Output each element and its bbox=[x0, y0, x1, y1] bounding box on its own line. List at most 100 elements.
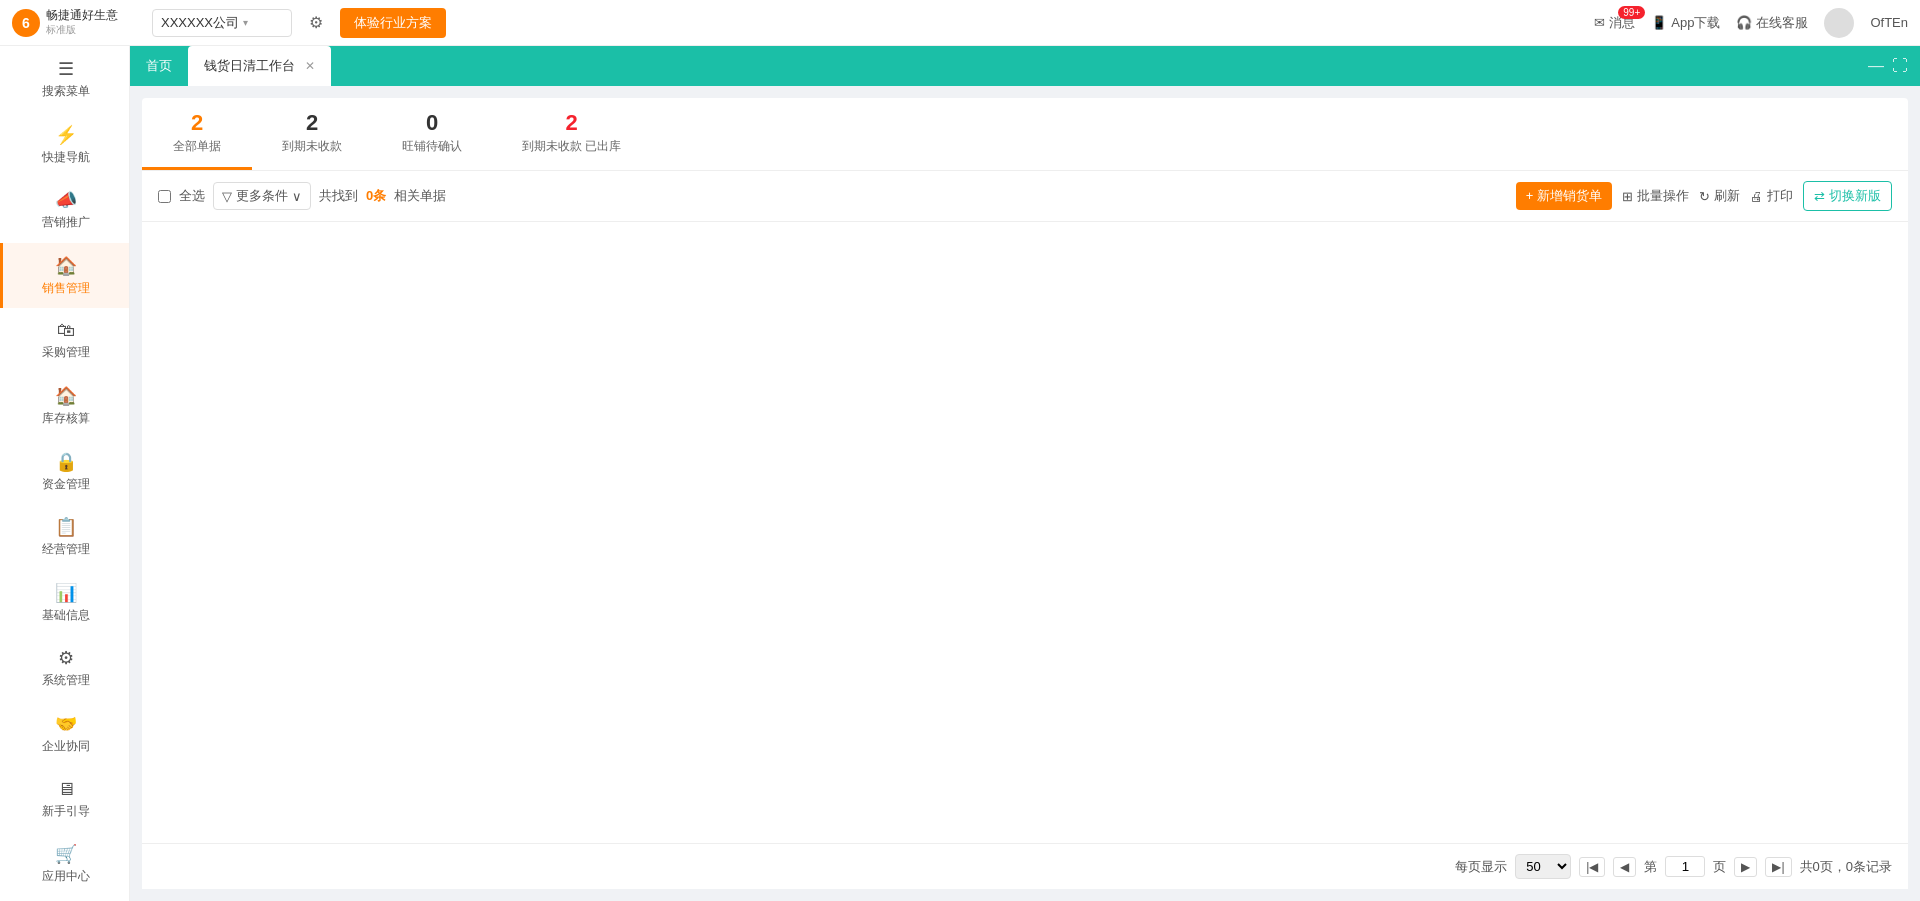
sidebar-item-quick-nav[interactable]: ⚡ 快捷导航 bbox=[0, 112, 129, 178]
per-page-select[interactable]: 50 10 20 100 bbox=[1515, 854, 1571, 879]
select-all-checkbox[interactable] bbox=[158, 190, 171, 203]
stat-num-all: 2 bbox=[191, 110, 203, 136]
avatar[interactable] bbox=[1824, 8, 1854, 38]
first-page-button[interactable]: |◀ bbox=[1579, 857, 1605, 877]
tab-home[interactable]: 首页 bbox=[130, 46, 188, 86]
refresh-button[interactable]: ↻ 刷新 bbox=[1699, 187, 1740, 205]
stats-tabs: 2 全部单据 2 到期未收款 0 旺铺待确认 2 到期未收款 已出库 bbox=[142, 98, 1908, 171]
stat-tab-all[interactable]: 2 全部单据 bbox=[142, 98, 252, 170]
apps-icon: 🛒 bbox=[55, 843, 77, 865]
sidebar-item-apps[interactable]: 🛒 应用中心 bbox=[0, 831, 129, 897]
sidebar-label-basic-info: 基础信息 bbox=[42, 608, 90, 624]
minimize-icon[interactable]: — bbox=[1868, 57, 1884, 75]
service-icon: 🎧 bbox=[1736, 15, 1752, 30]
sidebar-label-inventory: 库存核算 bbox=[42, 411, 90, 427]
stat-tab-overdue[interactable]: 2 到期未收款 bbox=[252, 98, 372, 170]
select-all-label: 全选 bbox=[179, 187, 205, 205]
page-number-input[interactable] bbox=[1665, 856, 1705, 877]
sidebar-label-search: 搜索菜单 bbox=[42, 84, 90, 100]
content-area: 首页 钱货日清工作台 ✕ — ⛶ 2 全部单据 2 到期 bbox=[130, 46, 1920, 901]
toolbar-left: 全选 ▽ 更多条件 ∨ 共找到 0条 相关单据 bbox=[158, 182, 1508, 210]
page-content: 2 全部单据 2 到期未收款 0 旺铺待确认 2 到期未收款 已出库 bbox=[130, 86, 1920, 901]
prev-page-button[interactable]: ◀ bbox=[1613, 857, 1636, 877]
chevron-down-icon: ▾ bbox=[243, 17, 248, 28]
sidebar-item-inventory[interactable]: 🏠 库存核算 bbox=[0, 373, 129, 439]
stat-tab-pending[interactable]: 0 旺铺待确认 bbox=[372, 98, 492, 170]
company-selector[interactable]: XXXXXX公司 ▾ bbox=[152, 9, 292, 37]
online-service-button[interactable]: 🎧 在线客服 bbox=[1736, 14, 1808, 32]
try-industry-button[interactable]: 体验行业方案 bbox=[340, 8, 446, 38]
last-page-button[interactable]: ▶| bbox=[1765, 857, 1791, 877]
sidebar-item-marketing[interactable]: 📣 营销推广 bbox=[0, 177, 129, 243]
header-left: 6 畅捷通好生意 标准版 XXXXXX公司 ▾ ⚙ 体验行业方案 bbox=[12, 8, 446, 38]
sidebar-item-finance[interactable]: 🔒 资金管理 bbox=[0, 439, 129, 505]
maximize-icon[interactable]: ⛶ bbox=[1892, 57, 1908, 75]
online-service-label: 在线客服 bbox=[1756, 14, 1808, 32]
add-sale-order-button[interactable]: + 新增销货单 bbox=[1516, 182, 1612, 210]
logo-text-area: 畅捷通好生意 标准版 bbox=[46, 8, 118, 38]
switch-version-button[interactable]: ⇄ 切换新版 bbox=[1803, 181, 1892, 211]
tab-bar: 首页 钱货日清工作台 ✕ — ⛶ bbox=[130, 46, 1920, 86]
purchase-icon: 🛍 bbox=[57, 320, 75, 341]
batch-icon: ⊞ bbox=[1622, 189, 1633, 204]
sidebar-label-purchase: 采购管理 bbox=[42, 345, 90, 361]
sidebar-label-apps: 应用中心 bbox=[42, 869, 90, 885]
filter-icon: ▽ bbox=[222, 189, 232, 204]
more-filter-button[interactable]: ▽ 更多条件 ∨ bbox=[213, 182, 311, 210]
switch-label: 切换新版 bbox=[1829, 187, 1881, 205]
sidebar-item-cooperation[interactable]: 🤝 企业协同 bbox=[0, 701, 129, 767]
print-label: 打印 bbox=[1767, 187, 1793, 205]
sidebar-item-basic-info[interactable]: 📊 基础信息 bbox=[0, 570, 129, 636]
search-menu-icon: ☰ bbox=[58, 58, 74, 80]
logo-icon: 6 bbox=[12, 9, 40, 37]
operation-icon: 📋 bbox=[55, 516, 77, 538]
page-suffix: 页 bbox=[1713, 858, 1726, 876]
tab-work-station[interactable]: 钱货日清工作台 ✕ bbox=[188, 46, 331, 86]
cooperation-icon: 🤝 bbox=[55, 713, 77, 735]
main-layout: ☰ 搜索菜单 ⚡ 快捷导航 📣 营销推广 🏠 销售管理 🛍 采购管理 🏠 库存核… bbox=[0, 46, 1920, 901]
message-button[interactable]: ✉ 消息 99+ bbox=[1594, 14, 1635, 32]
message-badge: 99+ bbox=[1618, 6, 1645, 19]
sidebar-label-system: 系统管理 bbox=[42, 673, 90, 689]
sidebar-item-operation[interactable]: 📋 经营管理 bbox=[0, 504, 129, 570]
logo-text: 畅捷通好生意 bbox=[46, 8, 118, 24]
stat-num-overdue: 2 bbox=[306, 110, 318, 136]
toolbar-right: + 新增销货单 ⊞ 批量操作 ↻ 刷新 🖨 打印 ⇄ bbox=[1516, 181, 1892, 211]
app-download-button[interactable]: 📱 App下载 bbox=[1651, 14, 1720, 32]
tab-close-icon[interactable]: ✕ bbox=[305, 59, 315, 73]
toolbar: 全选 ▽ 更多条件 ∨ 共找到 0条 相关单据 + 新增销货单 ⊞ 批量操作 bbox=[142, 171, 1908, 222]
chevron-filter-icon: ∨ bbox=[292, 189, 302, 204]
filter-label: 更多条件 bbox=[236, 187, 288, 205]
settings-button[interactable]: ⚙ bbox=[302, 9, 330, 37]
sidebar-item-guide[interactable]: 🖥 新手引导 bbox=[0, 767, 129, 832]
sidebar-label-finance: 资金管理 bbox=[42, 477, 90, 493]
switch-icon: ⇄ bbox=[1814, 189, 1825, 204]
logo-area: 6 畅捷通好生意 标准版 bbox=[12, 8, 142, 38]
sales-icon: 🏠 bbox=[55, 255, 77, 277]
marketing-icon: 📣 bbox=[55, 189, 77, 211]
stat-tab-overdue-shipped[interactable]: 2 到期未收款 已出库 bbox=[492, 98, 651, 170]
inventory-icon: 🏠 bbox=[55, 385, 77, 407]
sidebar-item-sales[interactable]: 🏠 销售管理 bbox=[0, 243, 129, 309]
batch-operation-button[interactable]: ⊞ 批量操作 bbox=[1622, 187, 1689, 205]
sidebar-item-wechat[interactable]: 💬 企业微信 bbox=[0, 897, 129, 901]
logo-badge: 标准版 bbox=[46, 23, 118, 37]
sidebar-item-purchase[interactable]: 🛍 采购管理 bbox=[0, 308, 129, 373]
window-controls: — ⛶ bbox=[1856, 57, 1920, 75]
sidebar-item-search[interactable]: ☰ 搜索菜单 bbox=[0, 46, 129, 112]
next-page-button[interactable]: ▶ bbox=[1734, 857, 1757, 877]
stat-num-pending: 0 bbox=[426, 110, 438, 136]
company-name: XXXXXX公司 bbox=[161, 14, 239, 32]
message-icon: ✉ bbox=[1594, 15, 1605, 30]
stat-label-overdue: 到期未收款 bbox=[282, 138, 342, 155]
tab-work-station-label: 钱货日清工作台 bbox=[204, 57, 295, 75]
header-right: ✉ 消息 99+ 📱 App下载 🎧 在线客服 OfTEn bbox=[1594, 8, 1908, 38]
refresh-label: 刷新 bbox=[1714, 187, 1740, 205]
sidebar-label-sales: 销售管理 bbox=[42, 281, 90, 297]
sidebar-label-operation: 经营管理 bbox=[42, 542, 90, 558]
sidebar: ☰ 搜索菜单 ⚡ 快捷导航 📣 营销推广 🏠 销售管理 🛍 采购管理 🏠 库存核… bbox=[0, 46, 130, 901]
sidebar-item-system[interactable]: ⚙ 系统管理 bbox=[0, 635, 129, 701]
refresh-icon: ↻ bbox=[1699, 189, 1710, 204]
print-button[interactable]: 🖨 打印 bbox=[1750, 187, 1793, 205]
found-prefix: 共找到 bbox=[319, 187, 358, 205]
